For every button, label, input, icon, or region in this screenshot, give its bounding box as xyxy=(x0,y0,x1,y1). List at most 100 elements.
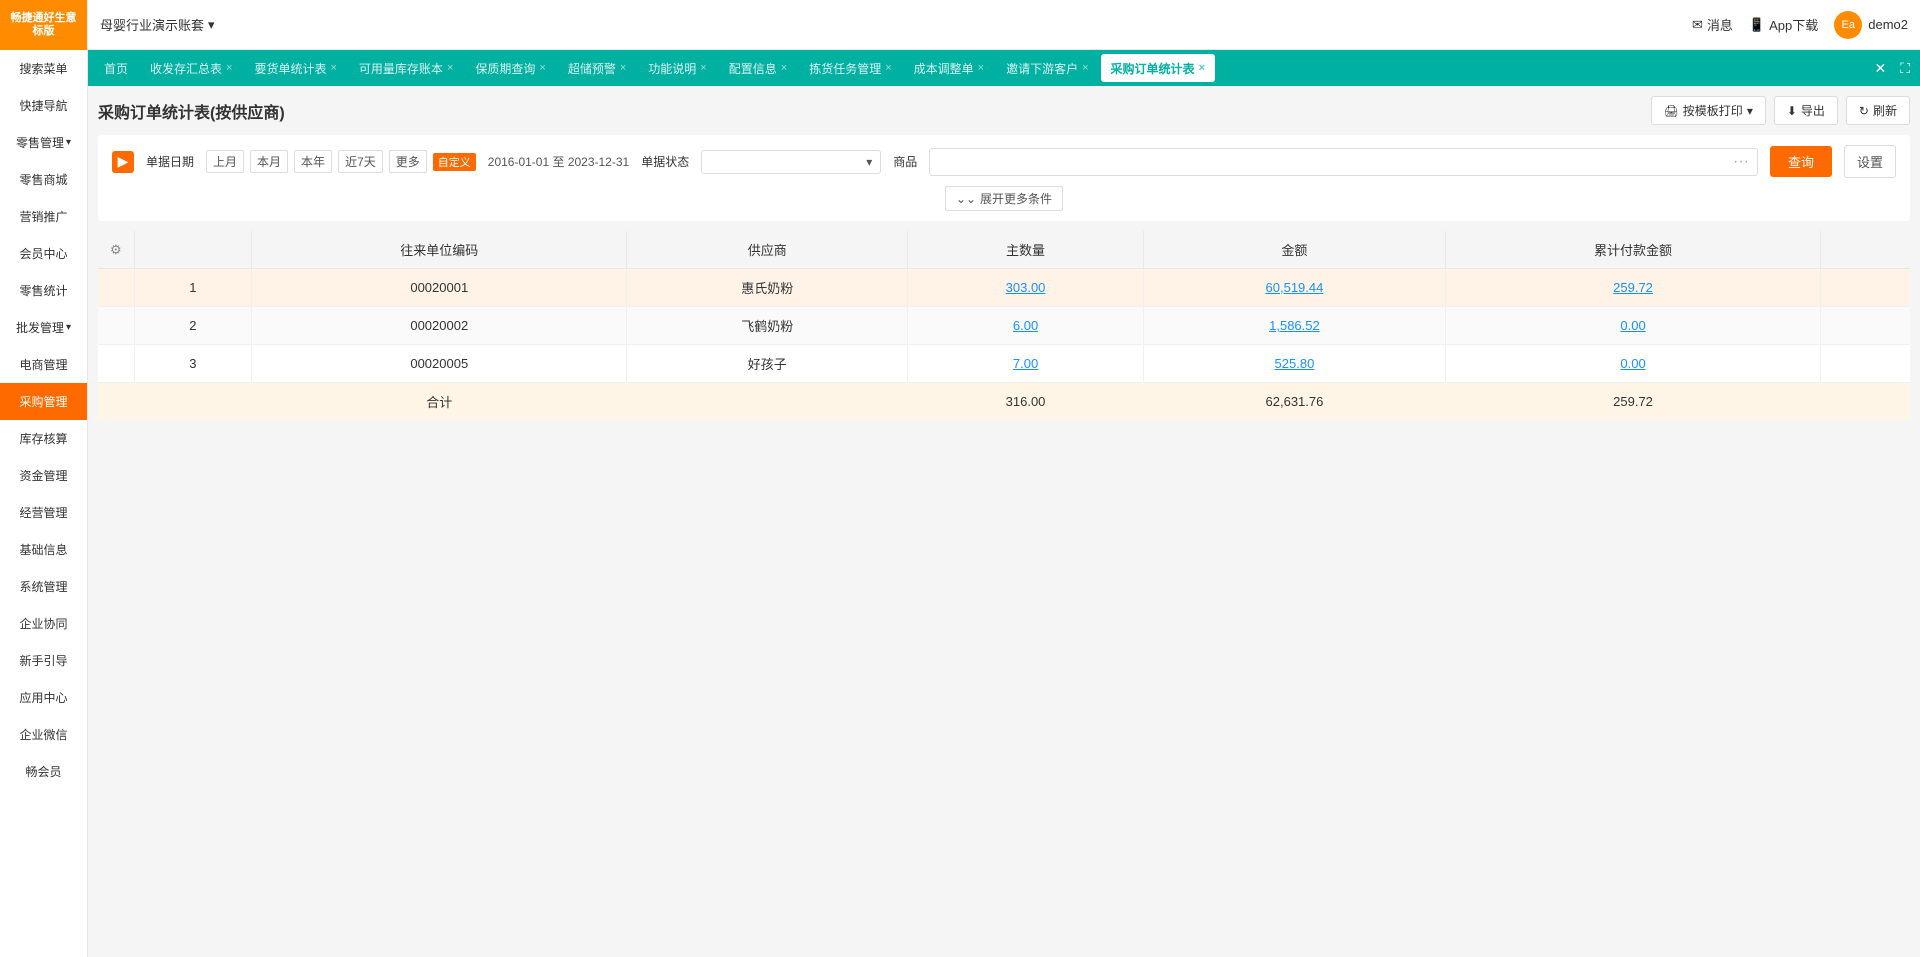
date-7days[interactable]: 近7天 xyxy=(338,150,383,173)
sidebar-item-wholesale[interactable]: 批发管理▾ xyxy=(0,309,87,346)
row-main-qty[interactable]: 7.00 xyxy=(908,345,1144,383)
row-main-qty[interactable]: 303.00 xyxy=(908,269,1144,307)
refresh-button[interactable]: ↻ 刷新 xyxy=(1846,96,1910,125)
date-this-year[interactable]: 本年 xyxy=(294,150,332,173)
collapse-toggle[interactable]: ▶ xyxy=(112,151,134,173)
table-settings-icon[interactable]: ⚙ xyxy=(110,242,122,257)
tab-close-icon[interactable]: × xyxy=(1082,62,1088,74)
goods-input[interactable]: ··· xyxy=(929,148,1758,176)
tab-close-icon[interactable]: × xyxy=(447,62,453,74)
sidebar-item-retail[interactable]: 零售管理▾ xyxy=(0,124,87,161)
tab-close-icon[interactable]: × xyxy=(978,62,984,74)
sidebar-item-label: 搜索菜单 xyxy=(19,60,67,77)
sidebar-item-label: 采购管理 xyxy=(19,393,67,410)
tab-close-icon[interactable]: × xyxy=(330,62,336,74)
sidebar-item-enterprise-wechat[interactable]: 企业微信 xyxy=(0,716,87,753)
app-download-button[interactable]: 📱 App下载 xyxy=(1749,15,1818,34)
expand-more-button[interactable]: ⌄⌄ 展开更多条件 xyxy=(945,186,1063,211)
status-select[interactable]: ▾ xyxy=(701,150,881,174)
tab-close-icon[interactable]: × xyxy=(1199,62,1205,74)
sidebar-item-retail-stats[interactable]: 零售统计 xyxy=(0,272,87,309)
expand-icon: ⌄⌄ xyxy=(956,192,976,206)
sidebar-item-finance[interactable]: 资金管理 xyxy=(0,457,87,494)
date-last-month[interactable]: 上月 xyxy=(206,150,244,173)
nav-tab-home[interactable]: 首页 xyxy=(94,54,138,82)
table-row[interactable]: 300020005好孩子7.00525.800.00 xyxy=(98,345,1910,383)
settings-button[interactable]: 设置 xyxy=(1844,145,1896,178)
message-button[interactable]: ✉ 消息 xyxy=(1692,15,1733,34)
nav-tab-purchase-stats[interactable]: 采购订单统计表× xyxy=(1101,54,1215,82)
username: demo2 xyxy=(1868,17,1908,32)
table-row[interactable]: 100020001惠氏奶粉303.0060,519.44259.72 xyxy=(98,269,1910,307)
tab-close-icon[interactable]: × xyxy=(885,62,891,74)
sidebar-item-vip[interactable]: 畅会员 xyxy=(0,753,87,790)
sidebar-item-operations[interactable]: 经营管理 xyxy=(0,494,87,531)
page-header: 采购订单统计表(按供应商) 🖨 按模板打印 ▾ ⬇ 导出 ↻ 刷新 xyxy=(98,96,1910,125)
tab-close-icon[interactable]: × xyxy=(781,62,787,74)
tab-label: 功能说明 xyxy=(648,60,696,77)
sidebar-item-app-center[interactable]: 应用中心 xyxy=(0,679,87,716)
tab-close-icon[interactable]: × xyxy=(700,62,706,74)
table-footer-row: 合计 316.00 62,631.76 259.72 xyxy=(98,383,1910,421)
row-extra xyxy=(1821,345,1910,383)
sidebar-item-search[interactable]: 搜索菜单 xyxy=(0,50,87,87)
nav-tab-overstock-alert[interactable]: 超储预警 × xyxy=(558,54,636,82)
sidebar-item-new-guide[interactable]: 新手引导 xyxy=(0,642,87,679)
sidebar-item-system[interactable]: 系统管理 xyxy=(0,568,87,605)
sidebar-item-purchase[interactable]: 采购管理 xyxy=(0,383,87,420)
sidebar-item-quick-nav[interactable]: 快捷导航 xyxy=(0,87,87,124)
sidebar-item-label: 畅会员 xyxy=(25,763,61,780)
row-amount[interactable]: 525.80 xyxy=(1144,345,1446,383)
nav-tab-expiry-query[interactable]: 保质期查询× xyxy=(465,54,555,82)
sidebar-item-basic-info[interactable]: 基础信息 xyxy=(0,531,87,568)
company-dropdown[interactable]: 母婴行业演示账套 ▾ xyxy=(100,15,1682,34)
sidebar-item-marketing[interactable]: 营销推广 xyxy=(0,198,87,235)
nav-tab-receive-send[interactable]: 收发存汇总表× xyxy=(140,54,242,82)
row-amount[interactable]: 60,519.44 xyxy=(1144,269,1446,307)
sidebar-item-ecommerce[interactable]: 电商管理 xyxy=(0,346,87,383)
sidebar-item-retail-shop[interactable]: 零售商城 xyxy=(0,161,87,198)
status-filter-label: 单据状态 xyxy=(641,153,689,170)
close-tab-icon[interactable]: ✕ xyxy=(1870,58,1890,79)
row-extra xyxy=(1821,307,1910,345)
col-amount: 金额 xyxy=(1144,231,1446,269)
nav-tab-goods-stats[interactable]: 要货单统计表× xyxy=(244,54,346,82)
row-settings xyxy=(98,269,134,307)
user-area[interactable]: Ea demo2 xyxy=(1834,11,1908,39)
col-index xyxy=(134,231,251,269)
sidebar-item-label: 新手引导 xyxy=(19,652,67,669)
filter-dates: 上月 本月 本年 近7天 更多 自定义 xyxy=(206,150,476,173)
row-amount[interactable]: 1,586.52 xyxy=(1144,307,1446,345)
row-paid-amount[interactable]: 0.00 xyxy=(1445,345,1820,383)
row-paid-amount[interactable]: 259.72 xyxy=(1445,269,1820,307)
tab-close-icon[interactable]: × xyxy=(620,62,626,74)
message-label: 消息 xyxy=(1707,15,1733,34)
nav-tab-function-desc[interactable]: 功能说明 × xyxy=(638,54,716,82)
print-button[interactable]: 🖨 按模板打印 ▾ xyxy=(1651,96,1766,125)
export-button[interactable]: ⬇ 导出 xyxy=(1774,96,1838,125)
date-filter-label: 单据日期 xyxy=(146,153,194,170)
date-more[interactable]: 更多 xyxy=(389,150,427,173)
nav-tab-invite-downstream[interactable]: 邀请下游客户× xyxy=(996,54,1098,82)
sidebar-item-enterprise[interactable]: 企业协同 xyxy=(0,605,87,642)
row-main-qty[interactable]: 6.00 xyxy=(908,307,1144,345)
sidebar-item-member[interactable]: 会员中心 xyxy=(0,235,87,272)
tab-label: 超储预警 xyxy=(568,60,616,77)
table-row[interactable]: 200020002飞鹤奶粉6.001,586.520.00 xyxy=(98,307,1910,345)
nav-tab-picking-task[interactable]: 拣货任务管理 × xyxy=(799,54,901,82)
nav-tab-cost-adjust[interactable]: 成本调整单× xyxy=(904,54,994,82)
query-button[interactable]: 查询 xyxy=(1770,146,1832,177)
nav-tab-available-stock[interactable]: 可用量库存账本× xyxy=(349,54,463,82)
tab-label: 拣货任务管理 xyxy=(809,60,881,77)
tab-close-icon[interactable]: × xyxy=(539,62,545,74)
fullscreen-icon[interactable]: ⛶ xyxy=(1896,58,1914,79)
nav-tab-config-info[interactable]: 配置信息× xyxy=(719,54,797,82)
row-paid-amount[interactable]: 0.00 xyxy=(1445,307,1820,345)
sidebar-item-inventory[interactable]: 库存核算 xyxy=(0,420,87,457)
date-this-month[interactable]: 本月 xyxy=(250,150,288,173)
sidebar-item-label: 营销推广 xyxy=(19,208,67,225)
refresh-icon: ↻ xyxy=(1859,104,1869,118)
tab-close-icon[interactable]: × xyxy=(226,62,232,74)
logo-text: 畅捷通好生意 标版 xyxy=(11,12,77,38)
row-index: 1 xyxy=(134,269,251,307)
